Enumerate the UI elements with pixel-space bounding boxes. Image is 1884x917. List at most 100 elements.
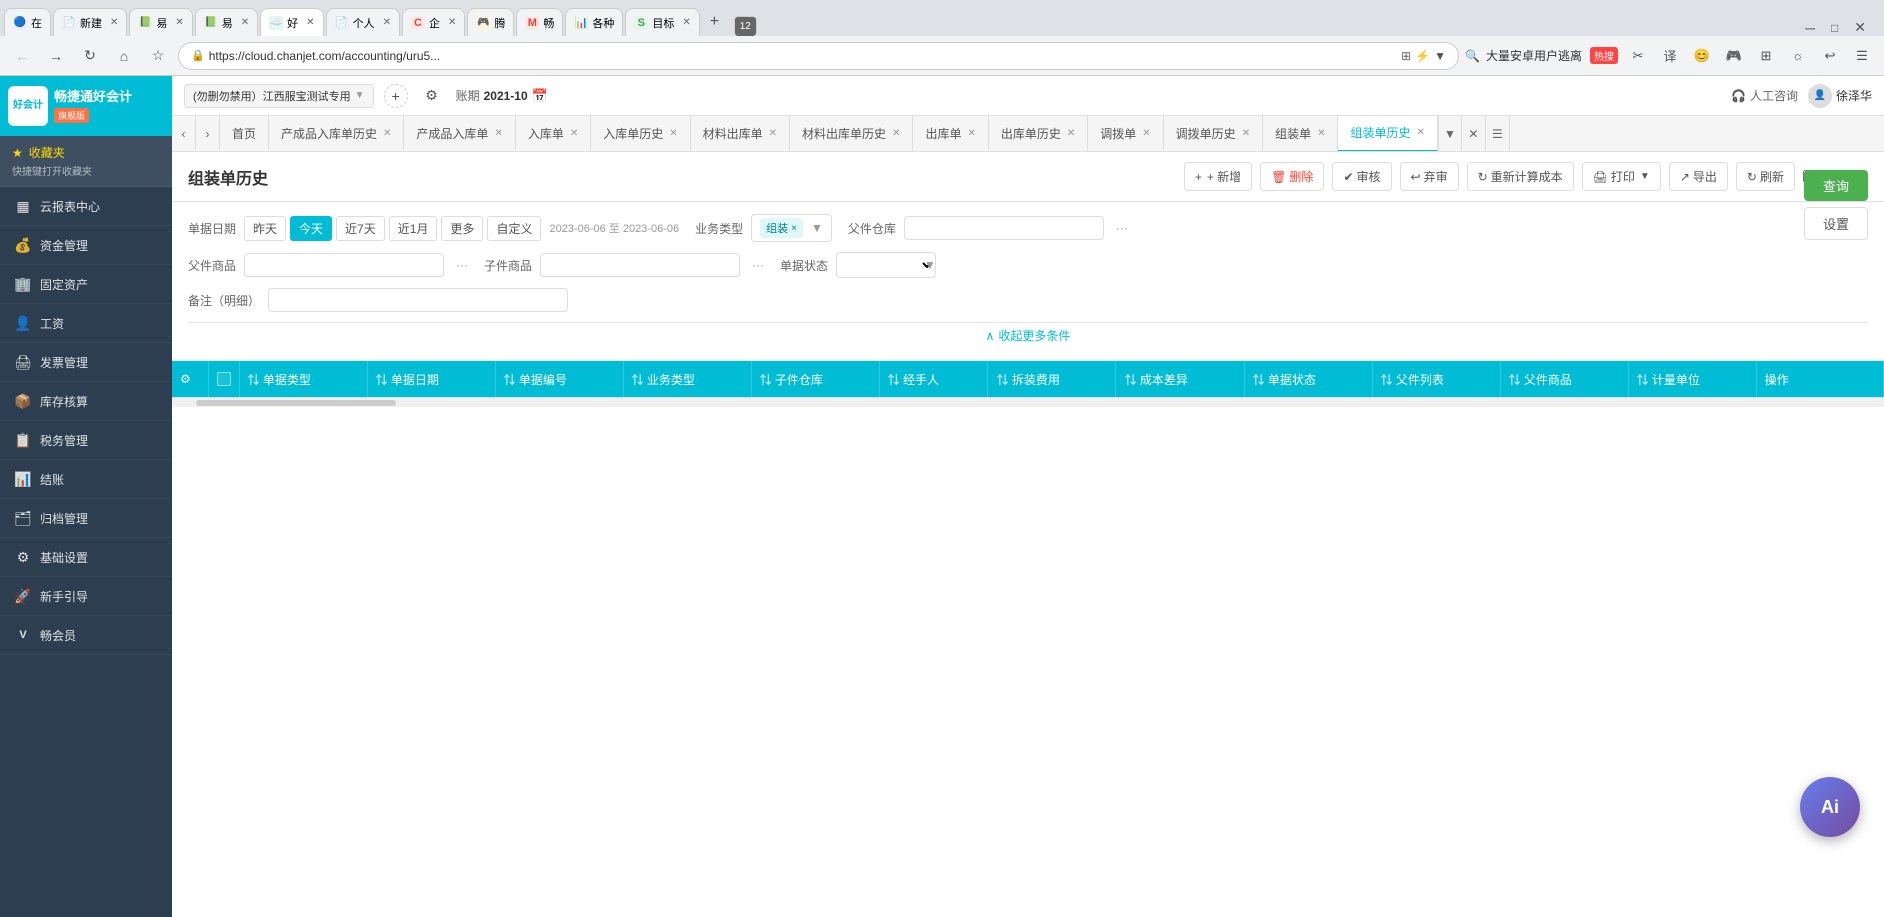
new-tab-button[interactable]: + <box>702 8 732 36</box>
sidebar-item-archive[interactable]: 🗂 归档管理 <box>0 499 172 538</box>
th-bill-date[interactable]: ⇅ 单据日期 <box>367 361 495 397</box>
tab-prod-in-hist-close[interactable]: ✕ <box>383 128 391 139</box>
tab-group-close[interactable]: ✕ <box>1317 128 1325 139</box>
settings-gear-btn[interactable]: ⚙ <box>418 82 446 110</box>
sidebar-favorites[interactable]: ★ 收藏夹 快捷键打开收藏夹 <box>0 136 172 187</box>
tab-assembly[interactable]: 调拨单 ✕ <box>1088 116 1163 152</box>
tab-group-hist[interactable]: 组装单历史 ✕ <box>1338 116 1437 152</box>
browser-tab-3[interactable]: 📗 易 ✕ <box>129 8 192 36</box>
tab-mat-out-close[interactable]: ✕ <box>769 128 777 139</box>
parent-goods-more[interactable]: ··· <box>456 258 468 272</box>
tab-close-4[interactable]: ✕ <box>241 17 249 28</box>
tab-out-hist[interactable]: 出库单历史 ✕ <box>989 116 1088 152</box>
sidebar-item-inventory[interactable]: 📦 库存核算 <box>0 382 172 421</box>
print-dropdown-icon[interactable]: ▼ <box>1640 171 1650 182</box>
query-btn[interactable]: 查询 <box>1804 170 1868 201</box>
translate-btn[interactable]: 译 <box>1656 42 1684 70</box>
tab-assembly-hist[interactable]: 调拨单历史 ✕ <box>1164 116 1263 152</box>
th-parent-list[interactable]: ⇅ 父件列表 <box>1372 361 1500 397</box>
tab-home[interactable]: 首页 <box>220 116 269 152</box>
bookmark-button[interactable]: ☆ <box>144 42 172 70</box>
browser-tab-10[interactable]: M 畅 <box>516 8 563 36</box>
gear-icon[interactable]: ⚙ <box>180 372 191 386</box>
th-biz-type[interactable]: ⇅ 业务类型 <box>623 361 751 397</box>
sidebar-item-fixed-assets[interactable]: 🏢 固定资产 <box>0 265 172 304</box>
tab-close-all-btn[interactable]: ✕ <box>1462 116 1486 152</box>
tab-in-hist-close[interactable]: ✕ <box>669 128 677 139</box>
browser-tab-12[interactable]: S 目标 ✕ <box>625 8 699 36</box>
tab-close-3[interactable]: ✕ <box>175 17 183 28</box>
tab-prod-in-close[interactable]: ✕ <box>494 128 502 139</box>
approve-btn[interactable]: ✔ 审核 <box>1332 162 1391 191</box>
date-btn-custom[interactable]: 自定义 <box>487 216 541 241</box>
tab-nav-right[interactable]: › <box>196 116 220 152</box>
sidebar-item-cloud-report[interactable]: ▦ 云报表中心 <box>0 187 172 226</box>
child-goods-input[interactable] <box>540 253 740 277</box>
th-unit[interactable]: ⇅ 计量单位 <box>1628 361 1756 397</box>
browser-tab-1[interactable]: 🔵 在 <box>4 8 51 36</box>
th-bill-no[interactable]: ⇅ 单据编号 <box>495 361 623 397</box>
home-button[interactable]: ⌂ <box>110 42 138 70</box>
tab-group[interactable]: 组装单 ✕ <box>1263 116 1338 152</box>
parent-wh-more[interactable]: ··· <box>1116 221 1128 235</box>
tab-in-hist[interactable]: 入库单历史 ✕ <box>591 116 690 152</box>
th-gear[interactable]: ⚙ <box>172 361 208 397</box>
forward-button[interactable]: → <box>42 42 70 70</box>
tab-out-close[interactable]: ✕ <box>967 128 975 139</box>
calendar-icon[interactable]: 📅 <box>532 88 548 104</box>
th-status[interactable]: ⇅ 单据状态 <box>1244 361 1372 397</box>
tab-group-hist-close[interactable]: ✕ <box>1417 127 1425 138</box>
child-goods-more[interactable]: ··· <box>752 258 764 272</box>
th-cost-diff[interactable]: ⇅ 成本差异 <box>1116 361 1244 397</box>
tab-close-6[interactable]: ✕ <box>383 17 391 28</box>
th-handler[interactable]: ⇅ 经手人 <box>879 361 988 397</box>
new-tab-icon[interactable]: + <box>710 13 719 31</box>
sidebar-item-basic[interactable]: ⚙ 基础设置 <box>0 538 172 577</box>
browser-tab-7[interactable]: C 企 ✕ <box>402 8 465 36</box>
browser-tab-9[interactable]: 🎮 腾 <box>467 8 514 36</box>
select-all-checkbox[interactable] <box>217 372 231 386</box>
sidebar-item-tax[interactable]: 📋 税务管理 <box>0 421 172 460</box>
sidebar-item-invoice[interactable]: 🖨 发票管理 <box>0 343 172 382</box>
status-select[interactable]: 已审核 未审核 <box>836 252 936 278</box>
browser-tab-2[interactable]: 📄 新建 ✕ <box>53 8 127 36</box>
tab-out[interactable]: 出库单 ✕ <box>913 116 988 152</box>
date-btn-more[interactable]: 更多 <box>441 216 483 241</box>
tab-close-8[interactable]: ✕ <box>306 17 314 28</box>
sidebar-item-guide[interactable]: 🚀 新手引导 <box>0 577 172 616</box>
collapse-btn[interactable]: ∧ 收起更多条件 <box>188 323 1868 348</box>
company-selector[interactable]: (勿删勿禁用）江西服宝测试专用 ▼ <box>184 84 374 108</box>
tab-mat-out-hist-close[interactable]: ✕ <box>892 128 900 139</box>
scissors-btn[interactable]: ✂ <box>1624 42 1652 70</box>
tab-assembly-close[interactable]: ✕ <box>1142 128 1150 139</box>
period-selector[interactable]: 账期 2021-10 📅 <box>456 87 548 104</box>
tab-mat-out[interactable]: 材料出库单 ✕ <box>691 116 790 152</box>
date-btn-1month[interactable]: 近1月 <box>389 216 438 241</box>
biz-type-dropdown[interactable]: ▼ <box>811 221 823 235</box>
lightning-icon[interactable]: ⚡ <box>1415 49 1430 63</box>
emoji-btn[interactable]: 😊 <box>1688 42 1716 70</box>
back-button[interactable]: ← <box>8 42 36 70</box>
parent-goods-input[interactable] <box>244 253 444 277</box>
biz-type-tag-close[interactable]: × <box>791 223 797 234</box>
date-btn-today[interactable]: 今天 <box>290 216 332 241</box>
browser-tab-4[interactable]: 📗 易 ✕ <box>195 8 258 36</box>
refresh-btn[interactable]: ↻ 刷新 <box>1736 162 1795 191</box>
tab-out-hist-close[interactable]: ✕ <box>1067 128 1075 139</box>
dropdown-icon[interactable]: ▼ <box>1434 49 1446 63</box>
filter-settings-btn[interactable]: 设置 <box>1804 207 1868 240</box>
biz-type-tag-filter[interactable]: 组装 × ▼ <box>751 214 832 242</box>
favorites-header[interactable]: ★ 收藏夹 <box>12 144 160 161</box>
tab-assembly-hist-close[interactable]: ✕ <box>1242 128 1250 139</box>
sidebar-item-member[interactable]: V 畅会员 <box>0 616 172 655</box>
abandon-btn[interactable]: ↩ 弃审 <box>1400 162 1459 191</box>
tab-close-12[interactable]: ✕ <box>682 17 690 28</box>
address-bar[interactable]: 🔒 https://cloud.chanjet.com/accounting/u… <box>178 42 1459 70</box>
tab-mat-out-hist[interactable]: 材料出库单历史 ✕ <box>790 116 913 152</box>
remark-input[interactable] <box>268 288 568 312</box>
th-check[interactable] <box>208 361 239 397</box>
th-disassembly-fee[interactable]: ⇅ 拆装费用 <box>988 361 1116 397</box>
add-company-btn[interactable]: + <box>384 84 408 108</box>
service-btn[interactable]: 🎧 人工咨询 <box>1731 87 1798 104</box>
th-child-wh[interactable]: ⇅ 子件仓库 <box>751 361 879 397</box>
